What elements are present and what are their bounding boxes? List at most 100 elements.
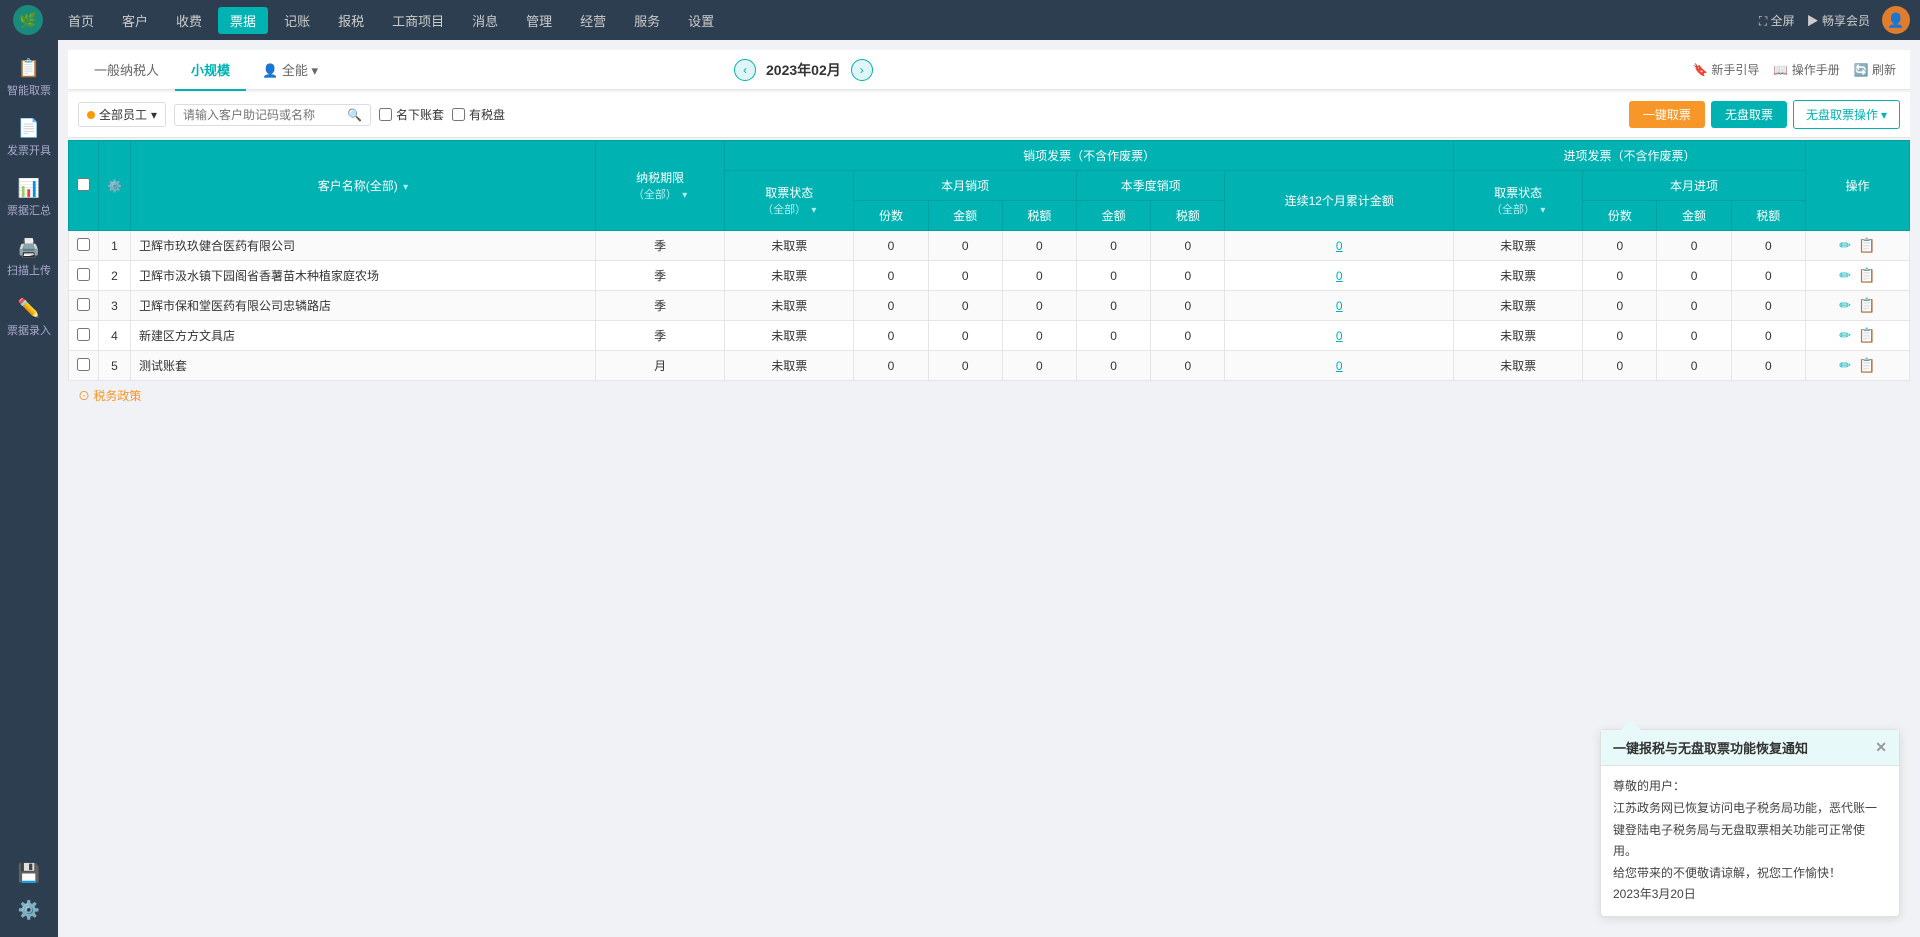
main-table: ⚙️ 客户名称(全部) ▾ 纳税期限（全部） ▾ 销项发票（不含作废票） 进项发… (68, 140, 1910, 381)
nav-client[interactable]: 客户 (110, 7, 160, 34)
notif-greeting: 尊敬的用户： (1613, 776, 1887, 798)
nav-settings[interactable]: 设置 (676, 7, 726, 34)
th-monthly-sales-amount: 金额 (928, 201, 1002, 231)
th-cancel-input: 取票状态（全部） ▾ (1454, 171, 1583, 231)
fullscreen-btn[interactable]: ⛶ 全屏 (1759, 12, 1795, 29)
sidebar-item-scan-upload[interactable]: 🖨️ 扫描上传 (3, 230, 55, 286)
th-monthly-sales-count: 份数 (854, 201, 928, 231)
row-client: 卫辉市玖玖健合医药有限公司 (130, 231, 595, 261)
row-checkbox[interactable] (77, 298, 90, 311)
nav-business2[interactable]: 经营 (568, 7, 618, 34)
select-all-checkbox[interactable] (77, 178, 90, 191)
member-btn[interactable]: ▶ 畅享会员 (1807, 12, 1870, 29)
nav-service[interactable]: 服务 (622, 7, 672, 34)
tax-policy-link[interactable]: ⊙ 税务政策 (78, 389, 141, 403)
refresh-link[interactable]: 🔄 刷新 (1854, 61, 1896, 78)
checkbox-label-taxdisk[interactable]: 有税盘 (452, 106, 505, 123)
view-icon[interactable]: 📋 (1858, 357, 1875, 373)
row-monthly-input-count: 0 (1583, 351, 1657, 381)
checkbox-taxdisk[interactable] (452, 108, 465, 121)
th-quarterly-sales-amount: 金额 (1077, 201, 1151, 231)
row-cancel-status-sales: 未取票 (725, 291, 854, 321)
row-num: 2 (99, 261, 131, 291)
nav-tax[interactable]: 报税 (326, 7, 376, 34)
nav-items: 首页 客户 收费 票据 记账 报税 工商项目 消息 管理 经营 服务 设置 (56, 7, 1759, 34)
view-icon[interactable]: 📋 (1858, 237, 1875, 253)
prev-month-btn[interactable]: ‹ (734, 59, 756, 81)
row-quarterly-sales-tax: 0 (1151, 261, 1225, 291)
nav-fee[interactable]: 收费 (164, 7, 214, 34)
row-monthly-input-tax: 0 (1731, 321, 1805, 351)
row-monthly-sales-tax: 0 (1002, 291, 1076, 321)
sidebar-item-smart-ticket[interactable]: 📋 智能取票 (3, 50, 55, 106)
row-checkbox[interactable] (77, 358, 90, 371)
nav-bookkeeping[interactable]: 记账 (272, 7, 322, 34)
view-icon[interactable]: 📋 (1858, 297, 1875, 313)
nav-business[interactable]: 工商项目 (380, 7, 456, 34)
row-checkbox-cell[interactable] (69, 291, 99, 321)
row-actions: ✏ 📋 (1805, 291, 1909, 321)
view-icon[interactable]: 📋 (1858, 267, 1875, 283)
row-client: 测试账套 (130, 351, 595, 381)
user-avatar[interactable]: 👤 (1882, 6, 1910, 34)
guide-link[interactable]: 🔖 新手引导 (1693, 61, 1759, 78)
sidebar-bottom-icon1[interactable]: 💾 (12, 857, 46, 890)
row-cancel-status-sales: 未取票 (725, 261, 854, 291)
row-monthly-input-tax: 0 (1731, 231, 1805, 261)
diskless-ops-btn[interactable]: 无盘取票操作 ▾ (1793, 100, 1900, 129)
sidebar-bottom-icon2[interactable]: ⚙️ (12, 894, 46, 927)
notif-close-btn[interactable]: ✕ (1875, 739, 1887, 756)
diskless-ticket-btn[interactable]: 无盘取票 (1711, 101, 1787, 128)
th-monthly-input-count: 份数 (1583, 201, 1657, 231)
edit-icon[interactable]: ✏ (1839, 357, 1851, 373)
edit-icon[interactable]: ✏ (1839, 267, 1851, 283)
row-checkbox[interactable] (77, 238, 90, 251)
sidebar-item-data-entry[interactable]: ✏️ 票据录入 (3, 290, 55, 346)
manual-link[interactable]: 📖 操作手册 (1773, 61, 1839, 78)
row-checkbox[interactable] (77, 268, 90, 281)
row-checkbox[interactable] (77, 328, 90, 341)
row-quarterly-sales-tax: 0 (1151, 351, 1225, 381)
checkbox-label-myaccounts[interactable]: 名下账套 (379, 106, 444, 123)
summary-icon: 📊 (18, 178, 40, 199)
row-monthly-sales-count: 0 (854, 231, 928, 261)
search-input[interactable] (183, 108, 343, 122)
edit-icon[interactable]: ✏ (1839, 327, 1851, 343)
nav-message[interactable]: 消息 (460, 7, 510, 34)
nav-home[interactable]: 首页 (56, 7, 106, 34)
footer[interactable]: ⊙ 税务政策 (68, 381, 1910, 410)
row-tax-period: 月 (596, 351, 725, 381)
tab-all[interactable]: 👤 全能 ▾ (246, 50, 334, 91)
edit-icon[interactable]: ✏ (1839, 297, 1851, 313)
issue-invoice-icon: 📄 (18, 118, 40, 139)
notif-header: 一键报税与无盘取票功能恢复通知 ✕ (1601, 730, 1899, 766)
th-monthly-sales: 本月销项 (854, 171, 1077, 201)
search-icon[interactable]: 🔍 (347, 108, 362, 122)
edit-icon[interactable]: ✏ (1839, 237, 1851, 253)
data-entry-icon: ✏️ (18, 298, 40, 319)
chevron-down-icon: ▾ (311, 63, 318, 78)
row-cum12-amount: 0 (1225, 321, 1454, 351)
one-click-ticket-btn[interactable]: 一键取票 (1629, 101, 1705, 128)
tab-small-scale[interactable]: 小规模 (175, 50, 246, 91)
row-monthly-input-amount: 0 (1657, 231, 1731, 261)
row-checkbox-cell[interactable] (69, 321, 99, 351)
nav-manage[interactable]: 管理 (514, 7, 564, 34)
employee-select[interactable]: 全部员工 ▾ (78, 102, 166, 127)
tab-general-taxpayer[interactable]: 一般纳税人 (78, 50, 175, 91)
view-icon[interactable]: 📋 (1858, 327, 1875, 343)
checkbox-myaccounts[interactable] (379, 108, 392, 121)
row-quarterly-sales-tax: 0 (1151, 321, 1225, 351)
next-month-btn[interactable]: › (851, 59, 873, 81)
employee-dot (87, 111, 95, 119)
row-checkbox-cell[interactable] (69, 231, 99, 261)
sidebar-bottom: 💾 ⚙️ (12, 857, 46, 927)
row-checkbox-cell[interactable] (69, 351, 99, 381)
row-num: 3 (99, 291, 131, 321)
sidebar-item-issue-invoice[interactable]: 📄 发票开具 (3, 110, 55, 166)
sidebar-item-summary[interactable]: 📊 票据汇总 (3, 170, 55, 226)
row-client: 卫辉市汲水镇下园阁省香薯苗木种植家庭农场 (130, 261, 595, 291)
row-checkbox-cell[interactable] (69, 261, 99, 291)
row-client: 新建区方方文具店 (130, 321, 595, 351)
nav-ticket[interactable]: 票据 (218, 7, 268, 34)
